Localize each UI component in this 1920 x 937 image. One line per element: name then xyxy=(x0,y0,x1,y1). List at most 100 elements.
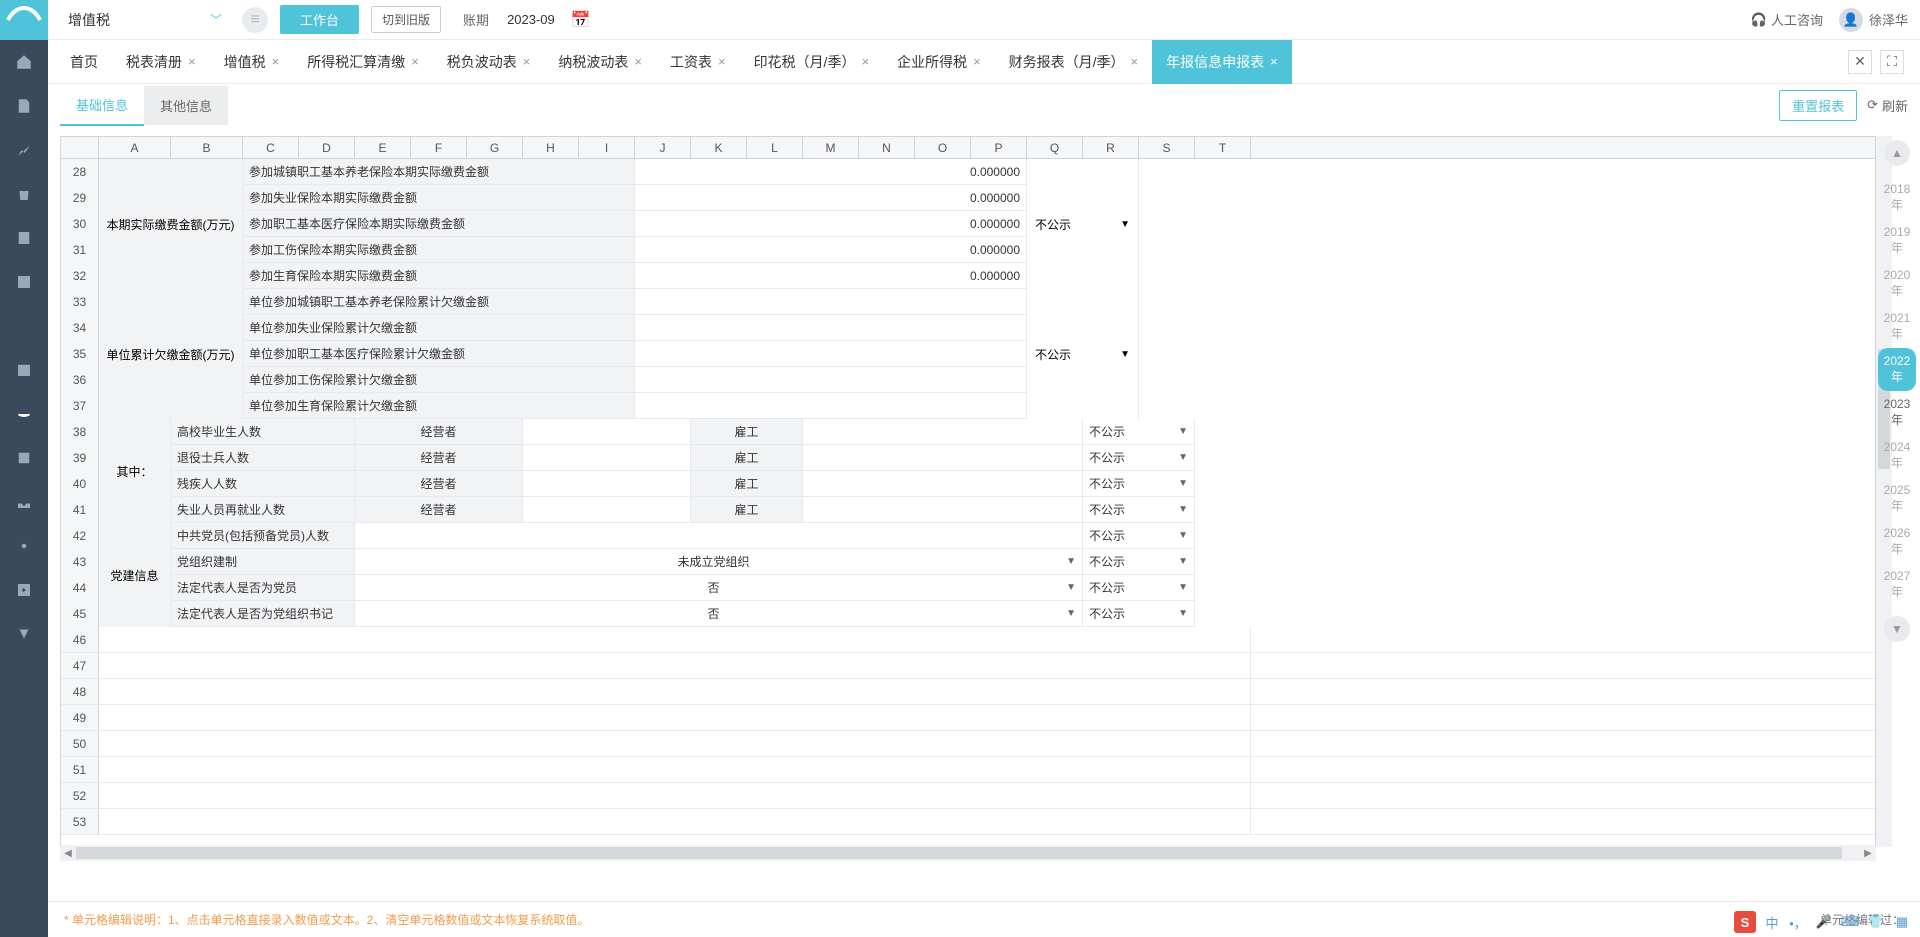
tab-close-icon[interactable]: × xyxy=(634,54,642,69)
refresh-button[interactable]: ⟳ 刷新 xyxy=(1867,96,1908,115)
row-header-49[interactable]: 49 xyxy=(61,705,99,730)
select-all-corner[interactable] xyxy=(61,137,99,158)
user-menu[interactable]: 👤 徐泽华 xyxy=(1839,8,1908,32)
nav-inbox-icon[interactable] xyxy=(0,480,48,524)
module-dropdown[interactable]: 增值税 ﹀ xyxy=(60,10,230,30)
col-header-E[interactable]: E xyxy=(355,137,411,158)
year-2018年[interactable]: 2018年 xyxy=(1878,176,1916,219)
year-2026年[interactable]: 2026年 xyxy=(1878,520,1916,563)
hscroll-thumb[interactable] xyxy=(76,847,1842,859)
col-header-G[interactable]: G xyxy=(467,137,523,158)
nav-bowl-icon[interactable] xyxy=(0,392,48,436)
ime-keyboard-icon[interactable]: ⌨ xyxy=(1840,912,1860,932)
row-header-37[interactable]: 37 xyxy=(61,393,99,419)
tab-close-icon[interactable]: × xyxy=(272,54,280,69)
group3-pub-1[interactable]: 不公示▼ xyxy=(1083,445,1195,470)
group3-empval-3[interactable] xyxy=(803,497,1083,522)
group4-val-3[interactable]: 否▼ xyxy=(355,601,1083,626)
row-header-35[interactable]: 35 xyxy=(61,341,99,367)
nav-calendar-icon[interactable] xyxy=(0,348,48,392)
row-header-29[interactable]: 29 xyxy=(61,185,99,211)
nav-report-icon[interactable] xyxy=(0,260,48,304)
consult-link[interactable]: 🎧 人工咨询 xyxy=(1751,10,1823,29)
tab-close-icon[interactable]: × xyxy=(188,54,196,69)
reset-report-button[interactable]: 重置报表 xyxy=(1779,90,1857,121)
hscroll-right-arrow[interactable]: ▶ xyxy=(1860,848,1876,859)
group1-pub[interactable]: 不公示▼ xyxy=(1027,159,1139,289)
tab-close-icon[interactable]: × xyxy=(1270,54,1278,69)
group3-opval-2[interactable] xyxy=(523,471,691,496)
row-header-43[interactable]: 43 xyxy=(61,549,99,575)
group4-pub-0[interactable]: 不公示▼ xyxy=(1083,523,1195,548)
row-header-53[interactable]: 53 xyxy=(61,809,99,834)
col-header-K[interactable]: K xyxy=(691,137,747,158)
group3-pub-0[interactable]: 不公示▼ xyxy=(1083,419,1195,444)
ime-mic-icon[interactable]: 🎤 xyxy=(1814,912,1834,932)
row-header-31[interactable]: 31 xyxy=(61,237,99,263)
col-header-D[interactable]: D xyxy=(299,137,355,158)
empty-row-48[interactable] xyxy=(99,679,1251,704)
group3-opval-3[interactable] xyxy=(523,497,691,522)
group3-opval-1[interactable] xyxy=(523,445,691,470)
year-2022年[interactable]: 2022年 xyxy=(1878,348,1916,391)
group1-value-0[interactable]: 0.000000 xyxy=(635,159,1027,184)
col-header-F[interactable]: F xyxy=(411,137,467,158)
row-header-47[interactable]: 47 xyxy=(61,653,99,678)
col-header-M[interactable]: M xyxy=(803,137,859,158)
row-header-44[interactable]: 44 xyxy=(61,575,99,601)
hscroll-left-arrow[interactable]: ◀ xyxy=(60,848,76,859)
year-2021年[interactable]: 2021年 xyxy=(1878,305,1916,348)
empty-row-53[interactable] xyxy=(99,809,1251,834)
row-header-50[interactable]: 50 xyxy=(61,731,99,756)
tab-9[interactable]: 财务报表（月/季）× xyxy=(995,40,1152,84)
nav-home-icon[interactable] xyxy=(0,40,48,84)
group3-opval-0[interactable] xyxy=(523,419,691,444)
group2-value-0[interactable] xyxy=(635,289,1027,314)
row-header-38[interactable]: 38 xyxy=(61,419,99,445)
col-header-Q[interactable]: Q xyxy=(1027,137,1083,158)
year-2020年[interactable]: 2020年 xyxy=(1878,262,1916,305)
nav-settings-icon[interactable] xyxy=(0,524,48,568)
group3-empval-1[interactable] xyxy=(803,445,1083,470)
period-value[interactable]: 2023-09 xyxy=(507,12,555,27)
horizontal-scrollbar[interactable]: ◀ ▶ xyxy=(60,845,1876,861)
empty-row-47[interactable] xyxy=(99,653,1251,678)
nav-clipboard-icon[interactable] xyxy=(0,216,48,260)
group4-pub-2[interactable]: 不公示▼ xyxy=(1083,575,1195,600)
nav-chart-icon[interactable] xyxy=(0,128,48,172)
year-2024年[interactable]: 2024年 xyxy=(1878,434,1916,477)
group3-empval-2[interactable] xyxy=(803,471,1083,496)
year-2027年[interactable]: 2027年 xyxy=(1878,563,1916,606)
row-header-30[interactable]: 30 xyxy=(61,211,99,237)
year-2025年[interactable]: 2025年 xyxy=(1878,477,1916,520)
expand-tabs-button[interactable]: ⛶ xyxy=(1880,50,1904,74)
tab-0[interactable]: 首页 xyxy=(56,40,112,84)
group1-value-4[interactable]: 0.000000 xyxy=(635,263,1027,288)
subtab-basic[interactable]: 基础信息 xyxy=(60,85,144,126)
tab-close-icon[interactable]: × xyxy=(1131,54,1139,69)
col-header-I[interactable]: I xyxy=(579,137,635,158)
col-header-H[interactable]: H xyxy=(523,137,579,158)
nav-tax-icon[interactable] xyxy=(0,304,48,348)
group2-value-1[interactable] xyxy=(635,315,1027,340)
empty-row-46[interactable] xyxy=(99,627,1251,652)
row-header-36[interactable]: 36 xyxy=(61,367,99,393)
group2-value-3[interactable] xyxy=(635,367,1027,392)
close-all-tabs-button[interactable]: ✕ xyxy=(1848,50,1872,74)
row-header-39[interactable]: 39 xyxy=(61,445,99,471)
tab-1[interactable]: 税表清册× xyxy=(112,40,210,84)
col-header-L[interactable]: L xyxy=(747,137,803,158)
year-up-arrow[interactable]: ▲ xyxy=(1884,140,1910,166)
workbench-button[interactable]: 工作台 xyxy=(280,5,359,34)
row-header-51[interactable]: 51 xyxy=(61,757,99,782)
col-header-N[interactable]: N xyxy=(859,137,915,158)
row-header-52[interactable]: 52 xyxy=(61,783,99,808)
tab-close-icon[interactable]: × xyxy=(523,54,531,69)
nav-doc-icon[interactable] xyxy=(0,84,48,128)
row-header-48[interactable]: 48 xyxy=(61,679,99,704)
row-header-42[interactable]: 42 xyxy=(61,523,99,549)
col-header-O[interactable]: O xyxy=(915,137,971,158)
ime-skin-icon[interactable]: 👕 xyxy=(1866,912,1886,932)
tab-close-icon[interactable]: × xyxy=(411,54,419,69)
col-header-A[interactable]: A xyxy=(99,137,171,158)
